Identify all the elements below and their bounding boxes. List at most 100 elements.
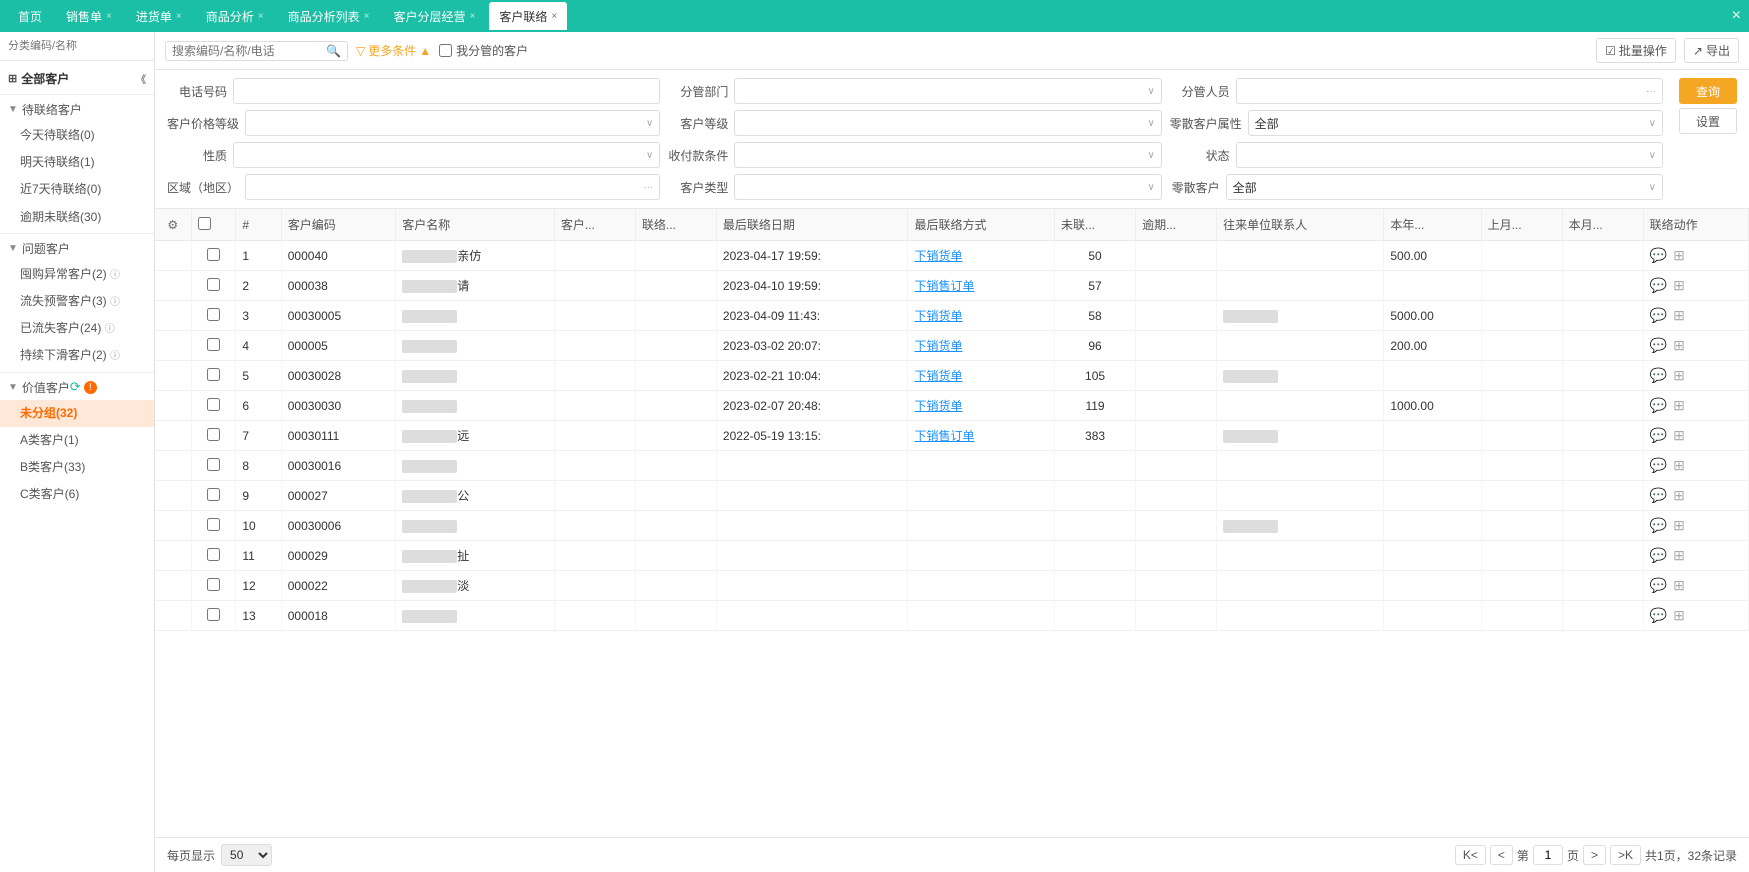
my-customer-checkbox[interactable] xyxy=(439,44,452,57)
sidebar-item-abnormal[interactable]: 囤购异常客户(2) ⓘ xyxy=(0,261,154,288)
sidebar-item-warning[interactable]: 流失预警客户(3) ⓘ xyxy=(0,288,154,315)
grid-action-icon[interactable]: ⊞ xyxy=(1673,307,1685,324)
message-icon[interactable]: 💬 xyxy=(1650,517,1667,534)
contact-method-link[interactable]: 下销货单 xyxy=(914,309,962,323)
more-conditions-btn[interactable]: ▽ 更多条件 ▲ xyxy=(356,42,431,59)
row-select-checkbox[interactable] xyxy=(207,548,220,561)
tab-product-analysis[interactable]: 商品分析 × xyxy=(196,2,274,30)
sidebar-item-today[interactable]: 今天待联络(0) xyxy=(0,122,154,149)
grid-action-icon[interactable]: ⊞ xyxy=(1673,367,1685,384)
phone-input[interactable] xyxy=(233,78,660,104)
dept-select[interactable]: ∨ xyxy=(734,78,1161,104)
row-select-checkbox[interactable] xyxy=(207,578,220,591)
refresh-icon[interactable]: ⟳ xyxy=(70,379,81,395)
grid-action-icon[interactable]: ⊞ xyxy=(1673,427,1685,444)
tab-customer-segment[interactable]: 客户分层经营 × xyxy=(383,2,485,30)
manager-more[interactable]: ··· xyxy=(1646,86,1656,97)
row-select-checkbox[interactable] xyxy=(207,308,220,321)
message-icon[interactable]: 💬 xyxy=(1650,607,1667,624)
select-all-checkbox[interactable] xyxy=(198,217,211,230)
contact-method-link[interactable]: 下销货单 xyxy=(914,249,962,263)
sidebar-item-class-b[interactable]: B类客户(33) xyxy=(0,454,154,481)
grid-action-icon[interactable]: ⊞ xyxy=(1673,337,1685,354)
row-select-checkbox[interactable] xyxy=(207,368,220,381)
row-select-checkbox[interactable] xyxy=(207,248,220,261)
message-icon[interactable]: 💬 xyxy=(1650,367,1667,384)
row-select-checkbox[interactable] xyxy=(207,458,220,471)
nature-select[interactable]: ∨ xyxy=(233,142,660,168)
message-icon[interactable]: 💬 xyxy=(1650,337,1667,354)
reset-btn[interactable]: 设置 xyxy=(1679,108,1737,134)
payment-select[interactable]: ∨ xyxy=(734,142,1161,168)
search-input[interactable] xyxy=(172,44,322,58)
tab-product-analysis-list-close[interactable]: × xyxy=(364,11,370,22)
grid-action-icon[interactable]: ⊞ xyxy=(1673,547,1685,564)
tab-product-analysis-list[interactable]: 商品分析列表 × xyxy=(278,2,380,30)
page-size-select[interactable]: 50 100 200 xyxy=(221,844,272,866)
tab-product-analysis-close[interactable]: × xyxy=(258,11,264,22)
message-icon[interactable]: 💬 xyxy=(1650,247,1667,264)
next-page-btn[interactable]: > xyxy=(1583,845,1606,865)
tab-purchase-close[interactable]: × xyxy=(176,11,182,22)
customer-level-select[interactable]: ∨ xyxy=(734,110,1161,136)
sidebar-item-overdue[interactable]: 逾期未联络(30) xyxy=(0,204,154,231)
sidebar-search-input[interactable] xyxy=(8,40,150,52)
grid-action-icon[interactable]: ⊞ xyxy=(1673,397,1685,414)
price-level-select[interactable]: ∨ xyxy=(245,110,660,136)
page-number-input[interactable] xyxy=(1533,845,1563,865)
sidebar-item-unclassified[interactable]: 未分组(32) xyxy=(0,400,154,427)
grid-action-icon[interactable]: ⊞ xyxy=(1673,277,1685,294)
message-icon[interactable]: 💬 xyxy=(1650,547,1667,564)
manager-select[interactable]: ··· xyxy=(1236,78,1663,104)
sidebar-all-customers[interactable]: ⊞ 全部客户 《 xyxy=(0,65,154,92)
sidebar-pending-group[interactable]: ▼ 待联络客户 xyxy=(0,97,154,122)
message-icon[interactable]: 💬 xyxy=(1650,487,1667,504)
tab-home[interactable]: 首页 xyxy=(8,2,52,30)
search-icon[interactable]: 🔍 xyxy=(326,44,341,58)
collapse-icon[interactable]: 《 xyxy=(136,71,146,86)
message-icon[interactable]: 💬 xyxy=(1650,397,1667,414)
row-select-checkbox[interactable] xyxy=(207,488,220,501)
tab-customer-contact-close[interactable]: × xyxy=(551,11,557,22)
scatter-customer-select[interactable]: 全部 ∨ xyxy=(1226,174,1663,200)
first-page-btn[interactable]: K< xyxy=(1455,845,1486,865)
grid-action-icon[interactable]: ⊞ xyxy=(1673,457,1685,474)
contact-method-link[interactable]: 下销货单 xyxy=(914,339,962,353)
tab-customer-contact[interactable]: 客户联络 × xyxy=(489,2,567,30)
sidebar-item-class-a[interactable]: A类客户(1) xyxy=(0,427,154,454)
sidebar-problem-group[interactable]: ▼ 问题客户 xyxy=(0,236,154,261)
status-select[interactable]: ∨ xyxy=(1236,142,1663,168)
grid-action-icon[interactable]: ⊞ xyxy=(1673,607,1685,624)
row-select-checkbox[interactable] xyxy=(207,398,220,411)
row-select-checkbox[interactable] xyxy=(207,278,220,291)
contact-method-link[interactable]: 下销货单 xyxy=(914,399,962,413)
tab-sales[interactable]: 销售单 × xyxy=(56,2,122,30)
grid-action-icon[interactable]: ⊞ xyxy=(1673,517,1685,534)
row-select-checkbox[interactable] xyxy=(207,338,220,351)
sidebar-item-lost[interactable]: 已流失客户(24) ⓘ xyxy=(0,315,154,342)
batch-operation-btn[interactable]: ☑ 批量操作 xyxy=(1596,38,1676,63)
grid-action-icon[interactable]: ⊞ xyxy=(1673,577,1685,594)
customer-type-select[interactable]: ∨ xyxy=(734,174,1161,200)
row-select-checkbox[interactable] xyxy=(207,428,220,441)
contact-method-link[interactable]: 下销售订单 xyxy=(914,279,974,293)
sidebar-item-declining[interactable]: 持续下滑客户(2) ⓘ xyxy=(0,342,154,369)
contact-method-link[interactable]: 下销售订单 xyxy=(914,429,974,443)
close-all-tabs[interactable]: × xyxy=(1732,7,1741,25)
export-btn[interactable]: ↗ 导出 xyxy=(1684,38,1739,63)
message-icon[interactable]: 💬 xyxy=(1650,577,1667,594)
sidebar-item-class-c[interactable]: C类客户(6) xyxy=(0,481,154,508)
region-more[interactable]: ··· xyxy=(643,182,653,193)
message-icon[interactable]: 💬 xyxy=(1650,427,1667,444)
tab-sales-close[interactable]: × xyxy=(106,11,112,22)
sidebar-value-group[interactable]: ▼ 价值客户 ⟳ ! xyxy=(0,375,154,400)
grid-action-icon[interactable]: ⊞ xyxy=(1673,487,1685,504)
message-icon[interactable]: 💬 xyxy=(1650,457,1667,474)
row-select-checkbox[interactable] xyxy=(207,608,220,621)
contact-method-link[interactable]: 下销货单 xyxy=(914,369,962,383)
col-settings[interactable]: ⚙ xyxy=(155,209,191,241)
row-select-checkbox[interactable] xyxy=(207,518,220,531)
region-select[interactable]: ··· xyxy=(245,174,660,200)
sidebar-item-7days[interactable]: 近7天待联络(0) xyxy=(0,176,154,203)
scatter-attr-select[interactable]: 全部 ∨ xyxy=(1248,110,1663,136)
